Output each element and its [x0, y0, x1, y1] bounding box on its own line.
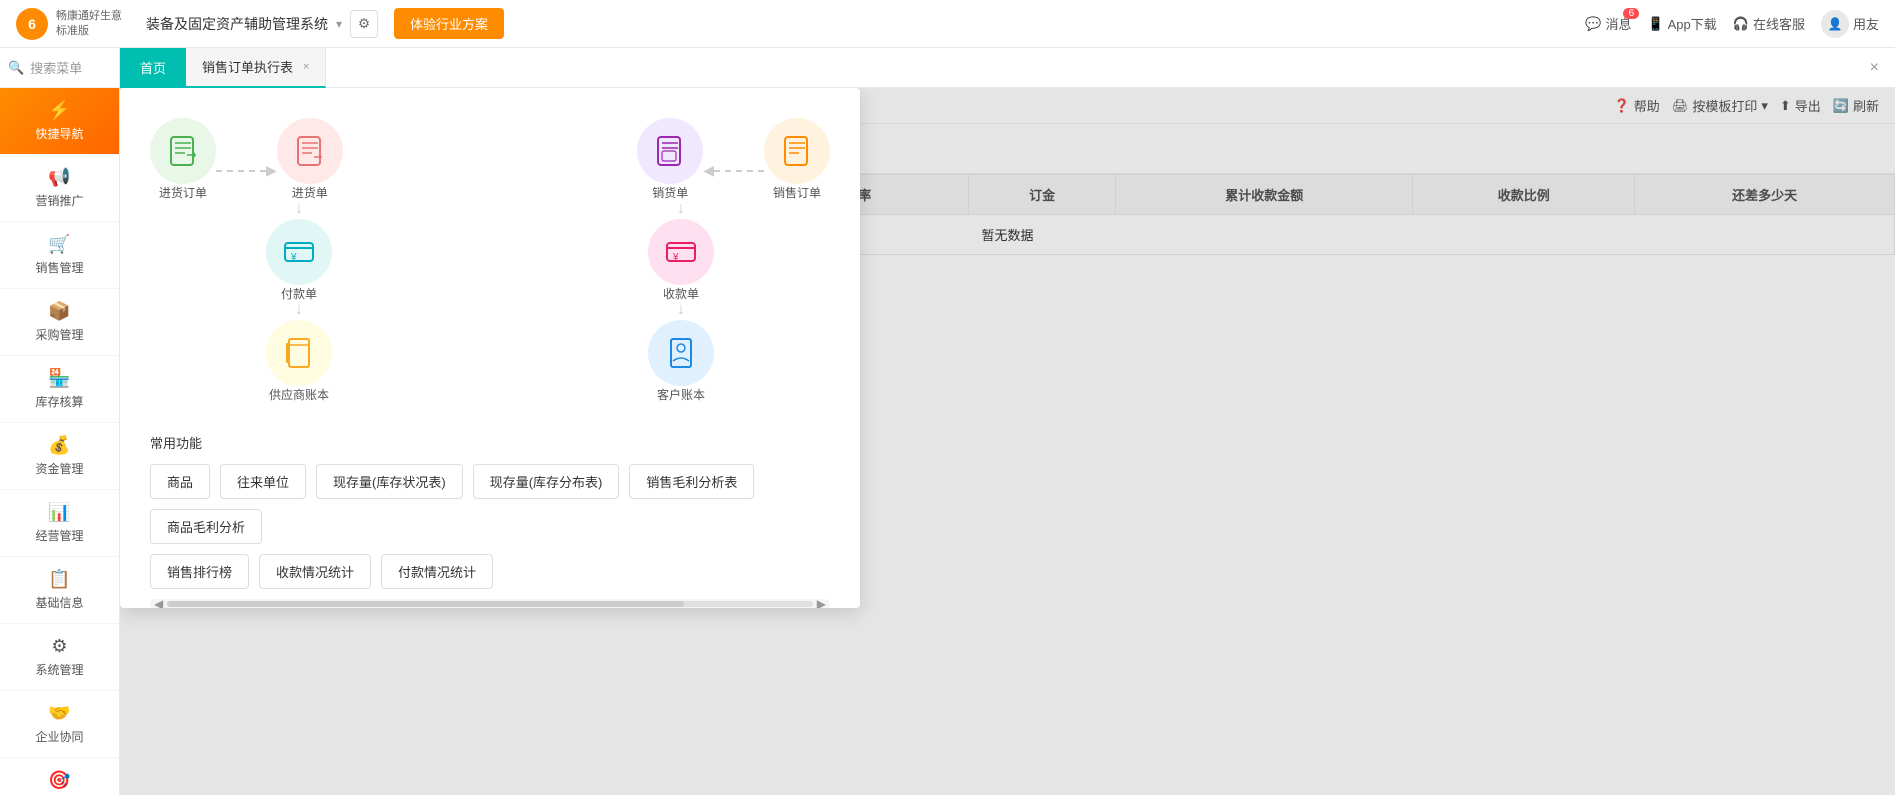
svg-text:¥: ¥	[672, 252, 679, 263]
app-download-btn[interactable]: 📱 App下载	[1647, 14, 1716, 33]
message-icon: 💬	[1585, 16, 1601, 32]
popup-overlay: 进货订单 ▶	[120, 88, 1895, 795]
sidebar-item-basic-info[interactable]: 📋 基础信息	[0, 557, 119, 624]
system-name: 装备及固定资产辅助管理系统	[146, 14, 328, 34]
sidebar-item-marketing[interactable]: 📢 营销推广	[0, 155, 119, 222]
sidebar-item-sales[interactable]: 🛒 销售管理	[0, 222, 119, 289]
main-layout: 🔍 搜索菜单 ⚡ 快捷导航 📢 营销推广 🛒 销售管理 📦 采购管理 🏪 库存核…	[0, 48, 1895, 795]
supplier-ledger-label: 供应商账本	[269, 386, 329, 403]
sales-order-icon	[764, 118, 830, 184]
purchase-order-icon	[150, 118, 216, 184]
header-right: 💬 消息 6 📱 App下载 🎧 在线客服 👤 用友	[1585, 10, 1879, 38]
experience-btn[interactable]: 体验行业方案	[394, 8, 504, 39]
func-btn-payment-stats[interactable]: 付款情况统计	[381, 554, 493, 589]
content-area: 首页 销售订单执行表 × × ❓ 帮助 🖨 按模板打印 ▾	[120, 48, 1895, 795]
avatar: 👤	[1821, 10, 1849, 38]
purchase-icon: 📦	[48, 301, 70, 322]
func-btn-stock-dist[interactable]: 现存量(库存分布表)	[473, 464, 620, 499]
func-btn-product-margin[interactable]: 商品毛利分析	[150, 509, 262, 544]
search-icon: 🔍	[8, 60, 24, 76]
node-sales-slip[interactable]: 销货单	[637, 118, 703, 201]
receipt-label: 收款单	[663, 285, 699, 302]
sales-order-label: 销售订单	[773, 184, 821, 201]
customer-ledger-label: 客户账本	[657, 386, 705, 403]
node-receipt[interactable]: ¥ 收款单	[648, 219, 714, 302]
popup-scrollbar[interactable]: ◀ ▶	[150, 599, 830, 608]
purchase-slip-icon	[277, 118, 343, 184]
sales-icon: 🛒	[48, 234, 70, 255]
node-payment[interactable]: ¥ 付款单	[266, 219, 332, 302]
page-content: ❓ 帮助 🖨 按模板打印 ▾ ⬆ 导出 🔄 刷新	[120, 88, 1895, 795]
sidebar-item-inventory[interactable]: 🏪 库存核算	[0, 356, 119, 423]
svg-text:¥: ¥	[290, 252, 297, 263]
func-btn-receipt-stats[interactable]: 收款情况统计	[259, 554, 371, 589]
online-service-btn[interactable]: 🎧 在线客服	[1733, 14, 1805, 33]
logo-text: 畅康通好生意 标准版	[56, 9, 122, 38]
system-dropdown-btn[interactable]: ▾	[336, 17, 342, 31]
node-supplier-ledger[interactable]: 供应商账本	[266, 320, 332, 403]
tab-home[interactable]: 首页	[120, 48, 186, 88]
sales-slip-icon	[637, 118, 703, 184]
node-customer-ledger[interactable]: 客户账本	[648, 320, 714, 403]
logo-icon: 6	[16, 8, 48, 40]
scrollbar-right-arrow[interactable]: ▶	[817, 597, 826, 608]
tab-bar: 首页 销售订单执行表 × ×	[120, 48, 1895, 88]
func-btn-row-2: 销售排行榜 收款情况统计 付款情况统计	[150, 554, 830, 589]
top-header: 6 畅康通好生意 标准版 装备及固定资产辅助管理系统 ▾ ⚙ 体验行业方案 💬 …	[0, 0, 1895, 48]
sidebar-item-purchase[interactable]: 📦 采购管理	[0, 289, 119, 356]
func-btn-stock-status[interactable]: 现存量(库存状况表)	[316, 464, 463, 499]
sidebar-item-guide[interactable]: 🎯 新手引导	[0, 758, 119, 795]
customer-ledger-icon	[648, 320, 714, 386]
system-icon: ⚙	[51, 636, 67, 657]
sidebar-item-quick-nav[interactable]: ⚡ 快捷导航	[0, 88, 119, 155]
user-area[interactable]: 👤 用友	[1821, 10, 1879, 38]
phone-icon: 📱	[1647, 16, 1663, 32]
node-sales-order[interactable]: 销售订单	[764, 118, 830, 201]
node-purchase-slip[interactable]: 进货单	[277, 118, 343, 201]
settings-btn[interactable]: ⚙	[350, 10, 378, 38]
payment-label: 付款单	[281, 285, 317, 302]
func-btn-partner[interactable]: 往来单位	[220, 464, 306, 499]
logo-area: 6 畅康通好生意 标准版	[16, 8, 136, 40]
common-title: 常用功能	[150, 433, 830, 452]
management-icon: 📊	[48, 502, 70, 523]
purchase-order-label: 进货订单	[159, 184, 207, 201]
sidebar-item-system[interactable]: ⚙ 系统管理	[0, 624, 119, 691]
sales-slip-label: 销货单	[652, 184, 688, 201]
flow-popup: 进货订单 ▶	[120, 88, 860, 608]
func-btn-product[interactable]: 商品	[150, 464, 210, 499]
scrollbar-left-arrow[interactable]: ◀	[154, 597, 163, 608]
common-functions: 常用功能 商品 往来单位 现存量(库存状况表) 现存量(库存分布表) 销售毛利分…	[150, 433, 830, 589]
system-title-area: 装备及固定资产辅助管理系统 ▾ ⚙ 体验行业方案	[146, 8, 1585, 39]
scrollbar-track[interactable]	[167, 601, 813, 607]
sidebar-search[interactable]: 🔍 搜索菜单	[0, 48, 119, 88]
tab-sales-order[interactable]: 销售订单执行表 ×	[186, 48, 326, 88]
supplier-ledger-icon	[266, 320, 332, 386]
finance-icon: 💰	[48, 435, 70, 456]
purchase-slip-label: 进货单	[292, 184, 328, 201]
scrollbar-thumb	[167, 601, 683, 607]
quick-nav-icon: ⚡	[48, 100, 70, 121]
basic-info-icon: 📋	[48, 569, 70, 590]
sidebar-item-cooperation[interactable]: 🤝 企业协同	[0, 691, 119, 758]
cooperation-icon: 🤝	[48, 703, 70, 724]
flow-section: 进货订单 ▶	[150, 108, 830, 423]
marketing-icon: 📢	[48, 167, 70, 188]
func-btn-sales-ranking[interactable]: 销售排行榜	[150, 554, 249, 589]
tab-bar-close-btn[interactable]: ×	[1854, 59, 1895, 77]
sidebar-item-management[interactable]: 📊 经营管理	[0, 490, 119, 557]
sidebar: 🔍 搜索菜单 ⚡ 快捷导航 📢 营销推广 🛒 销售管理 📦 采购管理 🏪 库存核…	[0, 48, 120, 795]
sidebar-item-finance[interactable]: 💰 资金管理	[0, 423, 119, 490]
node-purchase-order[interactable]: 进货订单	[150, 118, 216, 201]
service-icon: 🎧	[1733, 16, 1749, 32]
receipt-icon: ¥	[648, 219, 714, 285]
message-btn[interactable]: 💬 消息 6	[1585, 14, 1631, 33]
func-btn-row-1: 商品 往来单位 现存量(库存状况表) 现存量(库存分布表) 销售毛利分析表 商品…	[150, 464, 830, 544]
func-btn-sales-margin[interactable]: 销售毛利分析表	[629, 464, 754, 499]
tab-close-btn[interactable]: ×	[303, 61, 309, 73]
inventory-icon: 🏪	[48, 368, 70, 389]
message-badge: 6	[1623, 8, 1639, 19]
guide-icon: 🎯	[48, 770, 70, 791]
payment-icon: ¥	[266, 219, 332, 285]
